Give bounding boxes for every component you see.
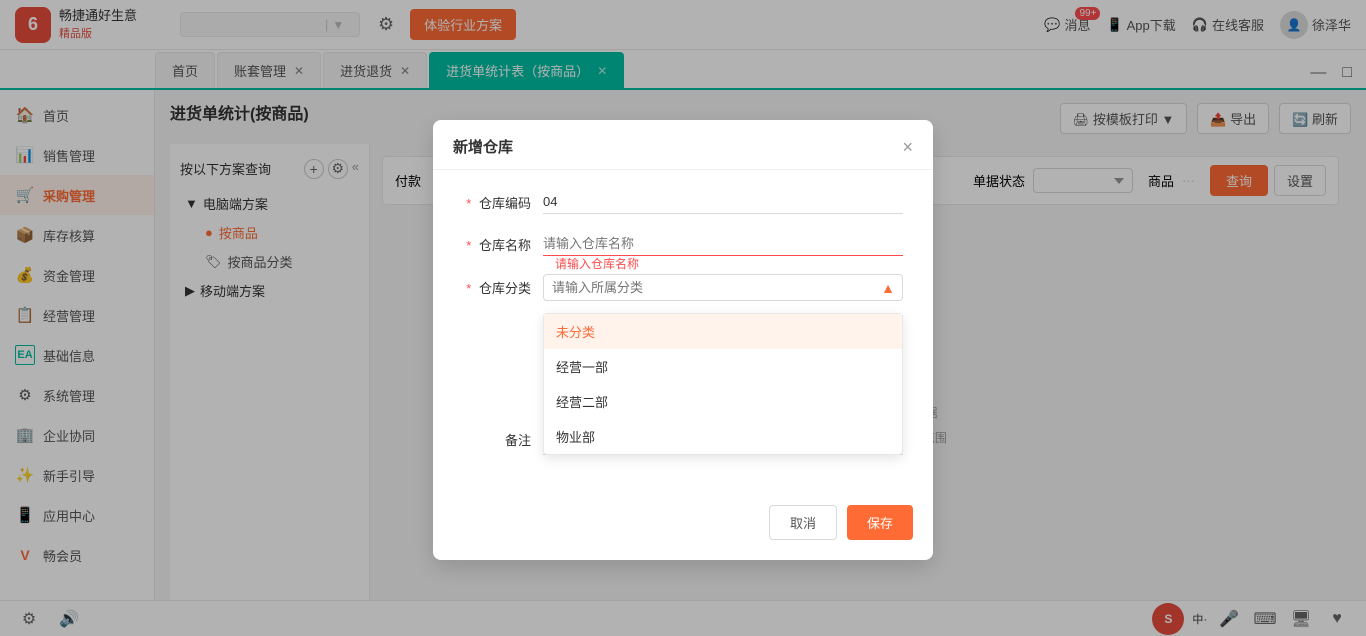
new-warehouse-modal: 新增仓库 × * 仓库编码 * 仓库名称 — [433, 120, 933, 560]
modal-overlay[interactable]: 新增仓库 × * 仓库编码 * 仓库名称 — [0, 0, 1366, 636]
name-error-text: 请输入仓库名称 — [555, 255, 639, 272]
code-label-text: 仓库编码 — [479, 196, 531, 211]
name-label-text: 仓库名称 — [479, 238, 531, 253]
category-label: * 仓库分类 — [463, 278, 543, 297]
modal-footer: 取消 保存 — [433, 493, 933, 560]
name-label: * 仓库名称 — [463, 235, 543, 254]
name-required-star: * — [466, 238, 471, 253]
dropdown-option-dept1[interactable]: 经营一部 — [544, 349, 902, 384]
modal-title: 新增仓库 — [453, 136, 513, 157]
code-required-star: * — [466, 196, 471, 211]
form-row-name: * 仓库名称 请输入仓库名称 — [463, 232, 903, 256]
code-input[interactable] — [543, 190, 903, 214]
form-row-category: * 仓库分类 ▲ — [463, 274, 903, 301]
name-input[interactable] — [543, 232, 903, 256]
category-dropdown: 未分类 经营一部 经营二部 物业部 — [543, 313, 903, 455]
cancel-button[interactable]: 取消 — [769, 505, 837, 540]
category-required-star: * — [466, 281, 471, 296]
modal-body: * 仓库编码 * 仓库名称 请输入仓库名称 * — [433, 170, 933, 493]
category-toggle-btn[interactable]: ▲ — [881, 280, 895, 296]
form-row-code: * 仓库编码 — [463, 190, 903, 214]
dropdown-option-unclassified[interactable]: 未分类 — [544, 314, 902, 349]
category-label-text: 仓库分类 — [479, 281, 531, 296]
modal-header: 新增仓库 × — [433, 120, 933, 170]
category-input-wrapper: ▲ — [543, 274, 903, 301]
code-label: * 仓库编码 — [463, 193, 543, 212]
dropdown-option-dept3[interactable]: 物业部 — [544, 419, 902, 454]
note-label: 备注 — [463, 430, 543, 449]
note-label-text: 备注 — [505, 433, 531, 448]
modal-close-btn[interactable]: × — [902, 138, 913, 156]
save-button[interactable]: 保存 — [847, 505, 913, 540]
dropdown-option-dept2[interactable]: 经营二部 — [544, 384, 902, 419]
category-input[interactable] — [543, 274, 903, 301]
